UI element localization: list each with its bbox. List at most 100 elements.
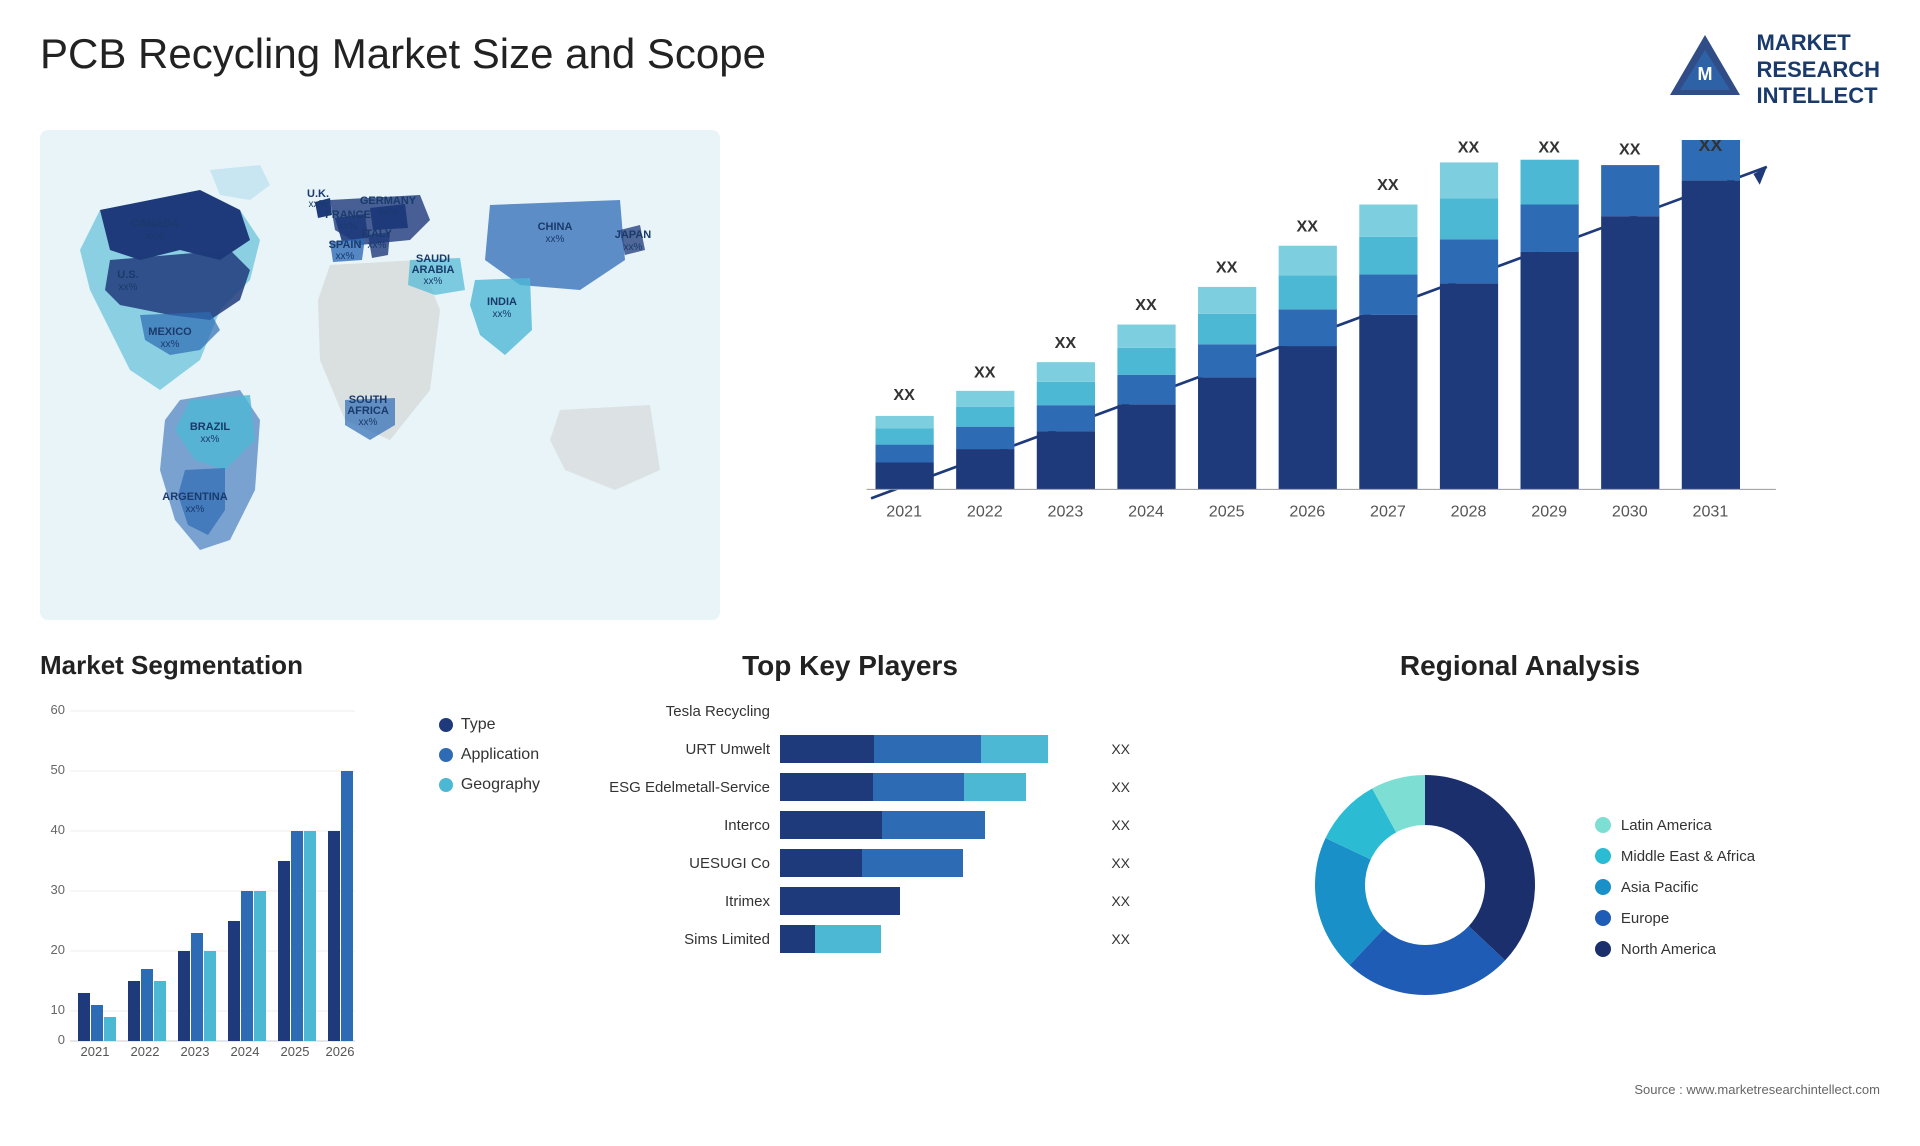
- map-container: CANADA xx% U.S. xx% MEXICO xx% BRAZIL xx…: [40, 130, 720, 620]
- legend-label-type: Type: [461, 716, 496, 734]
- svg-text:2023: 2023: [181, 1044, 210, 1056]
- regional-section: Regional Analysis: [1160, 650, 1880, 1110]
- player-xx-sims: XX: [1111, 931, 1130, 947]
- svg-text:2027: 2027: [1370, 502, 1406, 520]
- player-row-tesla: Tesla Recycling: [570, 697, 1130, 725]
- svg-text:BRAZIL: BRAZIL: [190, 421, 231, 433]
- svg-text:2021: 2021: [81, 1044, 110, 1056]
- bottom-section: Market Segmentation 60 50 40 30 20 10 0: [40, 650, 1880, 1110]
- svg-text:JAPAN: JAPAN: [615, 229, 652, 241]
- seg-chart-svg-wrap: 60 50 40 30 20 10 0: [40, 696, 419, 1061]
- reg-dot-asia: [1595, 879, 1611, 895]
- svg-text:xx%: xx%: [186, 504, 205, 515]
- svg-text:2023: 2023: [1048, 502, 1084, 520]
- svg-text:xx%: xx%: [146, 231, 165, 242]
- player-row-esg: ESG Edelmetall-Service XX: [570, 773, 1130, 801]
- player-bar-wrap-uesugi: [780, 849, 1095, 877]
- svg-text:XX: XX: [1698, 140, 1722, 155]
- logo-text: MARKET RESEARCH INTELLECT: [1757, 30, 1880, 109]
- player-xx-uesugi: XX: [1111, 855, 1130, 871]
- reg-label-mea: Middle East & Africa: [1621, 848, 1755, 865]
- world-map-svg: CANADA xx% U.S. xx% MEXICO xx% BRAZIL xx…: [40, 130, 720, 620]
- svg-text:xx%: xx%: [201, 434, 220, 445]
- svg-text:2024: 2024: [231, 1044, 260, 1056]
- svg-text:xx%: xx%: [339, 221, 358, 232]
- svg-text:xx%: xx%: [359, 417, 378, 428]
- player-row-itrimex: Itrimex XX: [570, 887, 1130, 915]
- player-xx-itrimex: XX: [1111, 893, 1130, 909]
- reg-label-asia: Asia Pacific: [1621, 879, 1699, 896]
- svg-text:GERMANY: GERMANY: [360, 195, 417, 207]
- player-bar-wrap-tesla: [780, 697, 1114, 725]
- reg-legend-mea: Middle East & Africa: [1595, 848, 1755, 865]
- svg-text:XX: XX: [1619, 140, 1641, 158]
- svg-text:50: 50: [51, 762, 65, 777]
- svg-text:2026: 2026: [1289, 502, 1325, 520]
- player-bar-wrap-itrimex: [780, 887, 1095, 915]
- player-bar-interco: [780, 811, 985, 839]
- header: PCB Recycling Market Size and Scope M MA…: [40, 30, 1880, 110]
- player-xx-urt: XX: [1111, 741, 1130, 757]
- svg-text:2022: 2022: [967, 502, 1003, 520]
- svg-text:2025: 2025: [281, 1044, 310, 1056]
- reg-dot-latin: [1595, 817, 1611, 833]
- svg-text:XX: XX: [1538, 140, 1560, 157]
- svg-text:XX: XX: [1135, 296, 1157, 314]
- player-name-sims: Sims Limited: [570, 931, 770, 948]
- svg-text:40: 40: [51, 822, 65, 837]
- svg-text:2022: 2022: [131, 1044, 160, 1056]
- svg-text:0: 0: [58, 1032, 65, 1047]
- reg-dot-europe: [1595, 910, 1611, 926]
- svg-text:XX: XX: [1377, 176, 1399, 194]
- players-list: Tesla Recycling URT Umwelt: [560, 697, 1140, 953]
- logo-area: M MARKET RESEARCH INTELLECT: [1665, 30, 1880, 110]
- legend-item-type: Type: [439, 716, 540, 734]
- reg-legend-northamerica: North America: [1595, 941, 1755, 958]
- player-bar-uesugi: [780, 849, 963, 877]
- donut-svg: [1285, 745, 1565, 1025]
- svg-text:XX: XX: [893, 386, 915, 404]
- svg-text:2028: 2028: [1451, 502, 1487, 520]
- svg-text:xx%: xx%: [379, 207, 398, 218]
- svg-text:ARGENTINA: ARGENTINA: [162, 491, 227, 503]
- svg-text:XX: XX: [1055, 334, 1077, 352]
- svg-text:U.S.: U.S.: [117, 269, 138, 281]
- player-name-urt: URT Umwelt: [570, 741, 770, 758]
- legend-item-application: Application: [439, 746, 540, 764]
- svg-text:30: 30: [51, 882, 65, 897]
- legend-dot-application: [439, 748, 453, 762]
- reg-legend-asia: Asia Pacific: [1595, 879, 1755, 896]
- svg-text:M: M: [1697, 64, 1712, 84]
- reg-label-latin: Latin America: [1621, 817, 1712, 834]
- player-bar-esg: [780, 773, 1026, 801]
- player-row-urt: URT Umwelt XX: [570, 735, 1130, 763]
- reg-legend-latin: Latin America: [1595, 817, 1755, 834]
- svg-text:XX: XX: [974, 363, 996, 381]
- reg-dot-northamerica: [1595, 941, 1611, 957]
- svg-text:2030: 2030: [1612, 502, 1648, 520]
- player-bar-wrap-interco: [780, 811, 1095, 839]
- source-text: Source : www.marketresearchintellect.com: [1160, 1082, 1880, 1097]
- svg-text:CHINA: CHINA: [538, 221, 573, 233]
- svg-text:xx%: xx%: [624, 242, 643, 253]
- player-xx-esg: XX: [1111, 779, 1130, 795]
- svg-text:XX: XX: [1216, 259, 1238, 277]
- player-bar-wrap-sims: [780, 925, 1095, 953]
- svg-text:xx%: xx%: [336, 251, 355, 262]
- svg-text:AFRICA: AFRICA: [347, 405, 389, 417]
- bar-chart-svg: XX 2021 XX 2022 XX 2023: [760, 140, 1860, 570]
- svg-text:INDIA: INDIA: [487, 296, 517, 308]
- logo-icon: M: [1665, 30, 1745, 110]
- svg-text:FRANCE: FRANCE: [325, 209, 371, 221]
- legend-item-geography: Geography: [439, 776, 540, 794]
- svg-text:10: 10: [51, 1002, 65, 1017]
- svg-text:ITALY: ITALY: [362, 228, 393, 240]
- donut-wrap: [1285, 745, 1565, 1030]
- regional-content: Latin America Middle East & Africa Asia …: [1160, 697, 1880, 1077]
- seg-chart-area: 60 50 40 30 20 10 0: [40, 696, 540, 1076]
- segmentation-section: Market Segmentation 60 50 40 30 20 10 0: [40, 650, 540, 1110]
- svg-text:CANADA: CANADA: [131, 218, 179, 230]
- player-bar-sims: [780, 925, 881, 953]
- reg-label-northamerica: North America: [1621, 941, 1716, 958]
- player-row-interco: Interco XX: [570, 811, 1130, 839]
